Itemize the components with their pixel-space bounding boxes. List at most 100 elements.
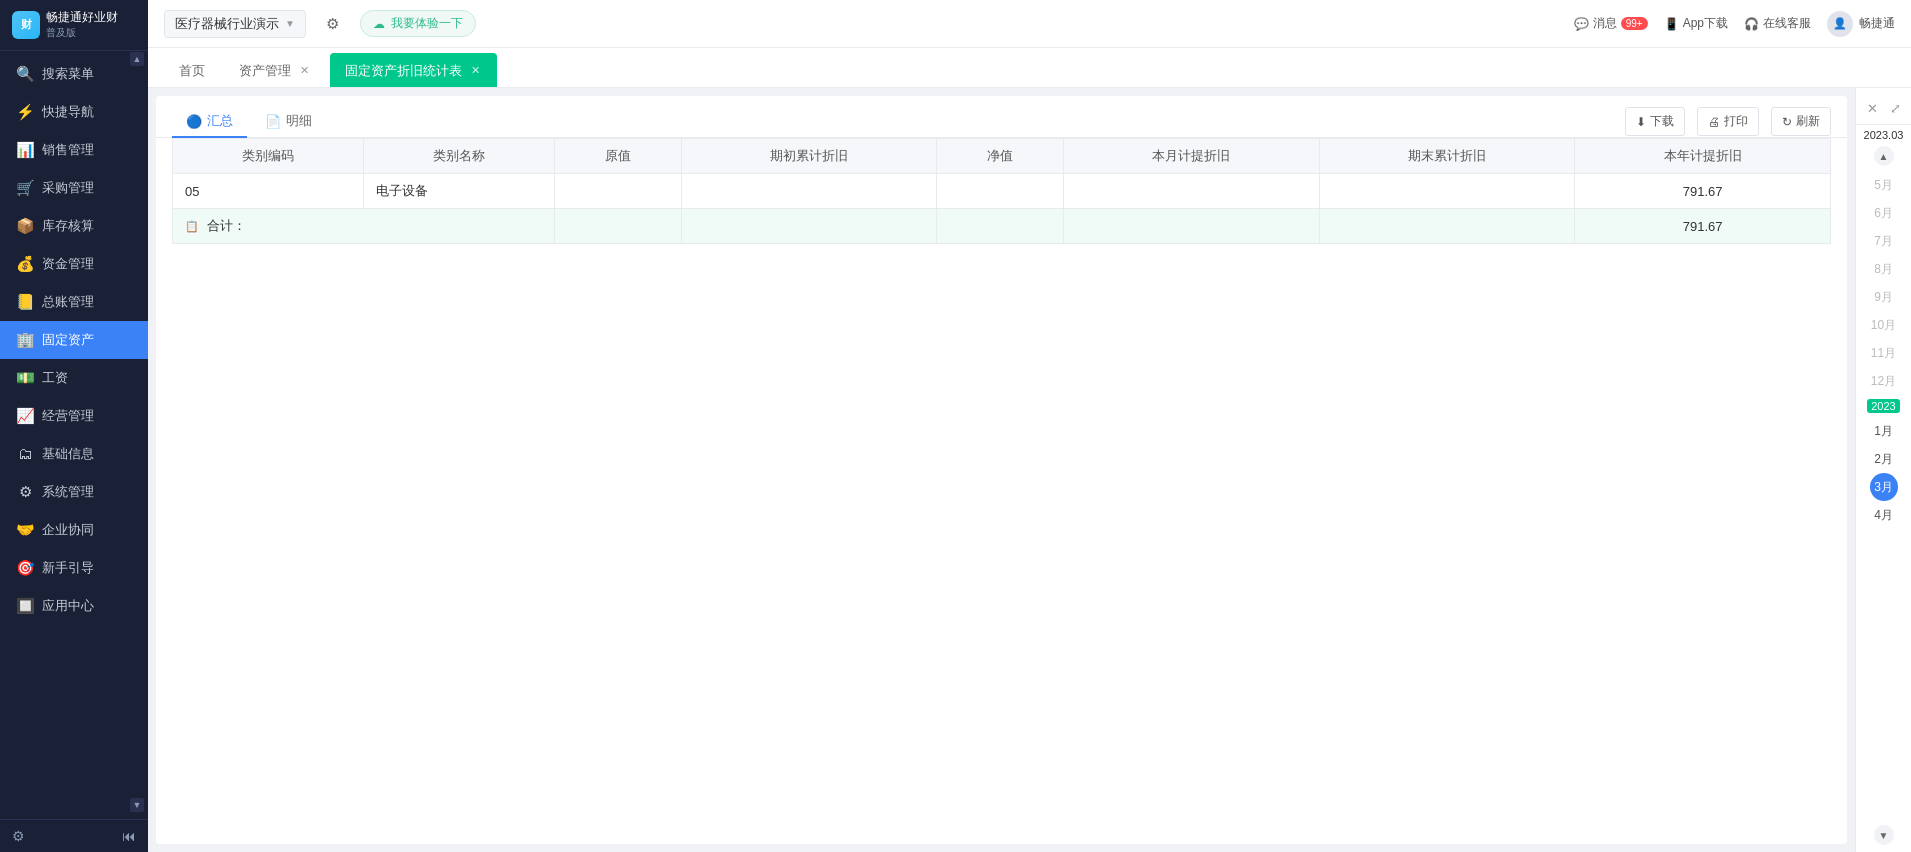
right-panel: ✕ ⤢ 2023.03 ▲ 5月6月7月8月9月10月11月12月20231月2… [1855,88,1911,852]
month-item[interactable]: 6月 [1856,199,1911,227]
scroll-up-btn[interactable]: ▲ [130,52,144,66]
total-end-dep [1319,209,1575,244]
sidebar-item-search[interactable]: 🔍搜索菜单 [0,55,148,93]
panel-prev-btn[interactable]: ▲ [1874,146,1894,166]
tab-close-depreciation-report[interactable]: ✕ [468,64,482,78]
nav-icon-inventory: 📦 [16,217,34,235]
tab-detail[interactable]: 📄 明细 [251,106,326,138]
month-item[interactable]: 7月 [1856,227,1911,255]
nav-icon-fixed-assets: 🏢 [16,331,34,349]
settings-icon[interactable]: ⚙ [12,828,25,844]
sidebar-item-guide[interactable]: 🎯新手引导 [0,549,148,587]
company-name: 医疗器械行业演示 [175,15,279,33]
scroll-down-btn[interactable]: ▼ [130,798,144,812]
tab-home[interactable]: 首页 [164,53,220,87]
user-area[interactable]: 👤 畅捷通 [1827,11,1895,37]
month-item[interactable]: 11月 [1856,339,1911,367]
tab-close-asset-management[interactable]: ✕ [297,64,311,78]
month-item[interactable]: 5月 [1856,171,1911,199]
sidebar-item-basic-info[interactable]: 🗂 基础信息 [0,435,148,473]
print-btn[interactable]: 🖨 打印 [1697,107,1759,136]
print-label: 打印 [1724,113,1748,130]
month-item[interactable]: 9月 [1856,283,1911,311]
nav-label-system: 系统管理 [42,483,94,501]
year-badge: 2023 [1867,399,1899,413]
message-icon: 💬 [1574,17,1589,31]
logo-text: 畅捷通好业财 [46,10,118,26]
nav-icon-guide: 🎯 [16,559,34,577]
nav-icon-app-center: 🔲 [16,597,34,615]
detail-icon: 📄 [265,114,281,129]
sidebar-item-ledger[interactable]: 📒总账管理 [0,283,148,321]
app-download-btn[interactable]: 📱 App下载 [1664,15,1728,32]
month-item[interactable]: 3月 [1870,473,1898,501]
user-name: 畅捷通 [1859,15,1895,32]
panel-expand-btn[interactable]: ⤢ [1885,98,1905,118]
sidebar-item-purchase[interactable]: 🛒采购管理 [0,169,148,207]
refresh-btn[interactable]: ↻ 刷新 [1771,107,1831,136]
month-item[interactable]: 1月 [1856,417,1911,445]
row-annual-dep: 791.67 [1575,174,1831,209]
service-label: 在线客服 [1763,15,1811,32]
col-net-value: 净值 [937,139,1064,174]
sidebar-item-salary[interactable]: 💵工资 [0,359,148,397]
month-item[interactable]: 12月 [1856,367,1911,395]
month-item[interactable]: 4月 [1856,501,1911,529]
experience-label: 我要体验一下 [391,15,463,32]
sidebar-item-operations[interactable]: 📈经营管理 [0,397,148,435]
logo-icon: 财 [12,11,40,39]
col-initial-dep: 期初累计折旧 [681,139,937,174]
nav-label-salary: 工资 [42,369,68,387]
sidebar-item-system[interactable]: ⚙系统管理 [0,473,148,511]
panel-next-btn[interactable]: ▼ [1874,825,1894,845]
summary-icon: 🔵 [186,114,202,129]
row-initial-dep [681,174,937,209]
total-icon: 📋 [185,220,199,232]
tab-summary[interactable]: 🔵 汇总 [172,106,247,138]
summary-label: 汇总 [207,112,233,130]
company-selector[interactable]: 医疗器械行业演示 ▼ [164,10,306,38]
month-item[interactable]: 8月 [1856,255,1911,283]
customer-service-btn[interactable]: 🎧 在线客服 [1744,15,1811,32]
cloud-icon: ☁ [373,17,385,31]
col-annual-dep: 本年计提折旧 [1575,139,1831,174]
sidebar-item-app-center[interactable]: 🔲应用中心 [0,587,148,625]
nav-label-inventory: 库存核算 [42,217,94,235]
sidebar-item-quick-nav[interactable]: ⚡快捷导航 [0,93,148,131]
sidebar-item-collaboration[interactable]: 🤝企业协同 [0,511,148,549]
service-icon: 🎧 [1744,17,1759,31]
topbar-settings-btn[interactable]: ⚙ [318,9,348,39]
row-original [555,174,682,209]
nav-icon-basic-info: 🗂 [16,445,34,462]
download-btn[interactable]: ⬇ 下载 [1625,107,1685,136]
main-area: 医疗器械行业演示 ▼ ⚙ ☁ 我要体验一下 💬 消息 99+ 📱 App下载 🎧… [148,0,1911,852]
sidebar-item-sales[interactable]: 📊销售管理 [0,131,148,169]
panel-close-btn[interactable]: ✕ [1862,98,1882,118]
nav-label-collaboration: 企业协同 [42,521,94,539]
sidebar-footer: ⚙ ⏮ [0,819,148,852]
nav-icon-quick-nav: ⚡ [16,103,34,121]
sidebar-nav: 🔍搜索菜单⚡快捷导航📊销售管理🛒采购管理 📦 库存核算 💰资金管理📒总账管理🏢固定资产… [0,51,148,819]
nav-label-basic-info: 基础信息 [42,445,94,463]
sidebar-item-inventory[interactable]: 📦 库存核算 [0,207,148,245]
collapse-icon[interactable]: ⏮ [122,828,136,844]
sidebar-item-fixed-assets[interactable]: 🏢固定资产 [0,321,148,359]
month-item[interactable]: 10月 [1856,311,1911,339]
message-btn[interactable]: 💬 消息 99+ [1574,15,1648,32]
download-label: 下载 [1650,113,1674,130]
nav-icon-search: 🔍 [16,65,34,83]
nav-icon-finance: 💰 [16,255,34,273]
experience-btn[interactable]: ☁ 我要体验一下 [360,10,476,37]
nav-icon-ledger: 📒 [16,293,34,311]
logo-sub: 普及版 [46,26,118,40]
sidebar-item-finance[interactable]: 💰资金管理 [0,245,148,283]
col-monthly-dep: 本月计提折旧 [1064,139,1320,174]
tab-label-asset-management: 资产管理 [239,62,291,80]
message-badge: 99+ [1621,17,1648,30]
month-item[interactable]: 2月 [1856,445,1911,473]
tab-depreciation-report[interactable]: 固定资产折旧统计表 ✕ [330,53,497,87]
tab-label-depreciation-report: 固定资产折旧统计表 [345,62,462,80]
depreciation-table: 类别编码 类别名称 原值 期初累计折旧 净值 本月计提折旧 期末累计折旧 本年计… [172,138,1831,244]
tab-asset-management[interactable]: 资产管理 ✕ [224,53,326,87]
row-name: 电子设备 [364,174,555,209]
